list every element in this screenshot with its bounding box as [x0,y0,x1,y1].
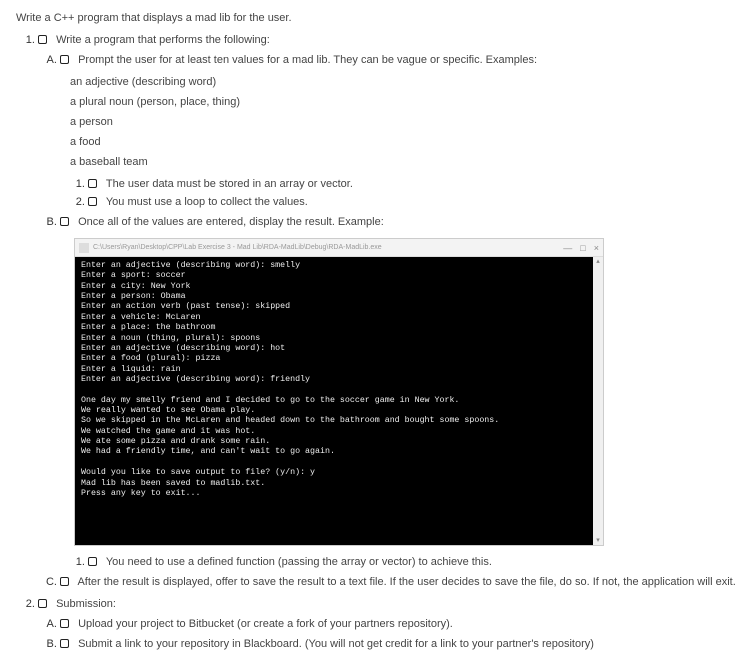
example-item: a plural noun (person, place, thing) [70,96,736,108]
step-1A1-text: The user data must be stored in an array… [106,178,353,190]
step-1A-text: Prompt the user for at least ten values … [78,54,537,66]
step-1B1: You need to use a defined function (pass… [88,556,736,568]
checkbox-icon [88,557,97,566]
step-1: Write a program that performs the follow… [38,34,736,588]
example-text: a baseball team [70,156,148,168]
example-text: an adjective (describing word) [70,76,216,88]
checkbox-icon [60,217,69,226]
terminal-output: Enter an adjective (describing word): sm… [75,257,603,545]
example-text: a person [70,116,113,128]
terminal-titlebar: C:\Users\Ryan\Desktop\CPP\Lab Exercise 3… [75,239,603,257]
terminal-title-text: C:\Users\Ryan\Desktop\CPP\Lab Exercise 3… [93,244,382,251]
terminal-window: C:\Users\Ryan\Desktop\CPP\Lab Exercise 3… [74,238,604,546]
checkbox-icon [88,179,97,188]
step-2B-text: Submit a link to your repository in Blac… [78,638,594,650]
step-2-text: Submission: [56,598,116,610]
checkbox-icon [60,577,69,586]
step-1-text: Write a program that performs the follow… [56,34,270,46]
chevron-up-icon[interactable]: ▴ [596,258,600,265]
minimize-icon[interactable]: — [563,243,572,253]
step-1C-text: After the result is displayed, offer to … [77,576,735,588]
example-item: a person [70,116,736,128]
example-text: a plural noun (person, place, thing) [70,96,240,108]
checkbox-icon [38,35,47,44]
checkbox-icon [38,599,47,608]
step-1B1-text: You need to use a defined function (pass… [106,556,492,568]
step-1A1: The user data must be stored in an array… [88,178,736,190]
step-2A-text: Upload your project to Bitbucket (or cre… [78,618,453,630]
terminal-screenshot: C:\Users\Ryan\Desktop\CPP\Lab Exercise 3… [74,238,736,546]
checkbox-icon [60,639,69,648]
example-item: a baseball team [70,156,736,168]
app-icon [79,243,89,253]
step-1B: Once all of the values are entered, disp… [60,216,736,568]
checkbox-icon [60,619,69,628]
step-1C: After the result is displayed, offer to … [60,576,736,588]
checkbox-icon [60,55,69,64]
step-2: Submission: Upload your project to Bitbu… [38,598,736,650]
scrollbar[interactable]: ▴ ▾ [593,257,603,545]
step-2A: Upload your project to Bitbucket (or cre… [60,618,736,630]
example-item: a food [70,136,736,148]
step-1A2: You must use a loop to collect the value… [88,196,736,208]
example-item: an adjective (describing word) [70,76,736,88]
example-text: a food [70,136,101,148]
page-title: Write a C++ program that displays a mad … [16,12,736,24]
step-1A: Prompt the user for at least ten values … [60,54,736,208]
close-icon[interactable]: × [594,243,599,253]
checkbox-icon [88,197,97,206]
step-1A2-text: You must use a loop to collect the value… [106,196,308,208]
maximize-icon[interactable]: □ [580,243,585,253]
chevron-down-icon[interactable]: ▾ [596,537,600,544]
step-2B: Submit a link to your repository in Blac… [60,638,736,650]
step-1B-text: Once all of the values are entered, disp… [78,216,384,228]
